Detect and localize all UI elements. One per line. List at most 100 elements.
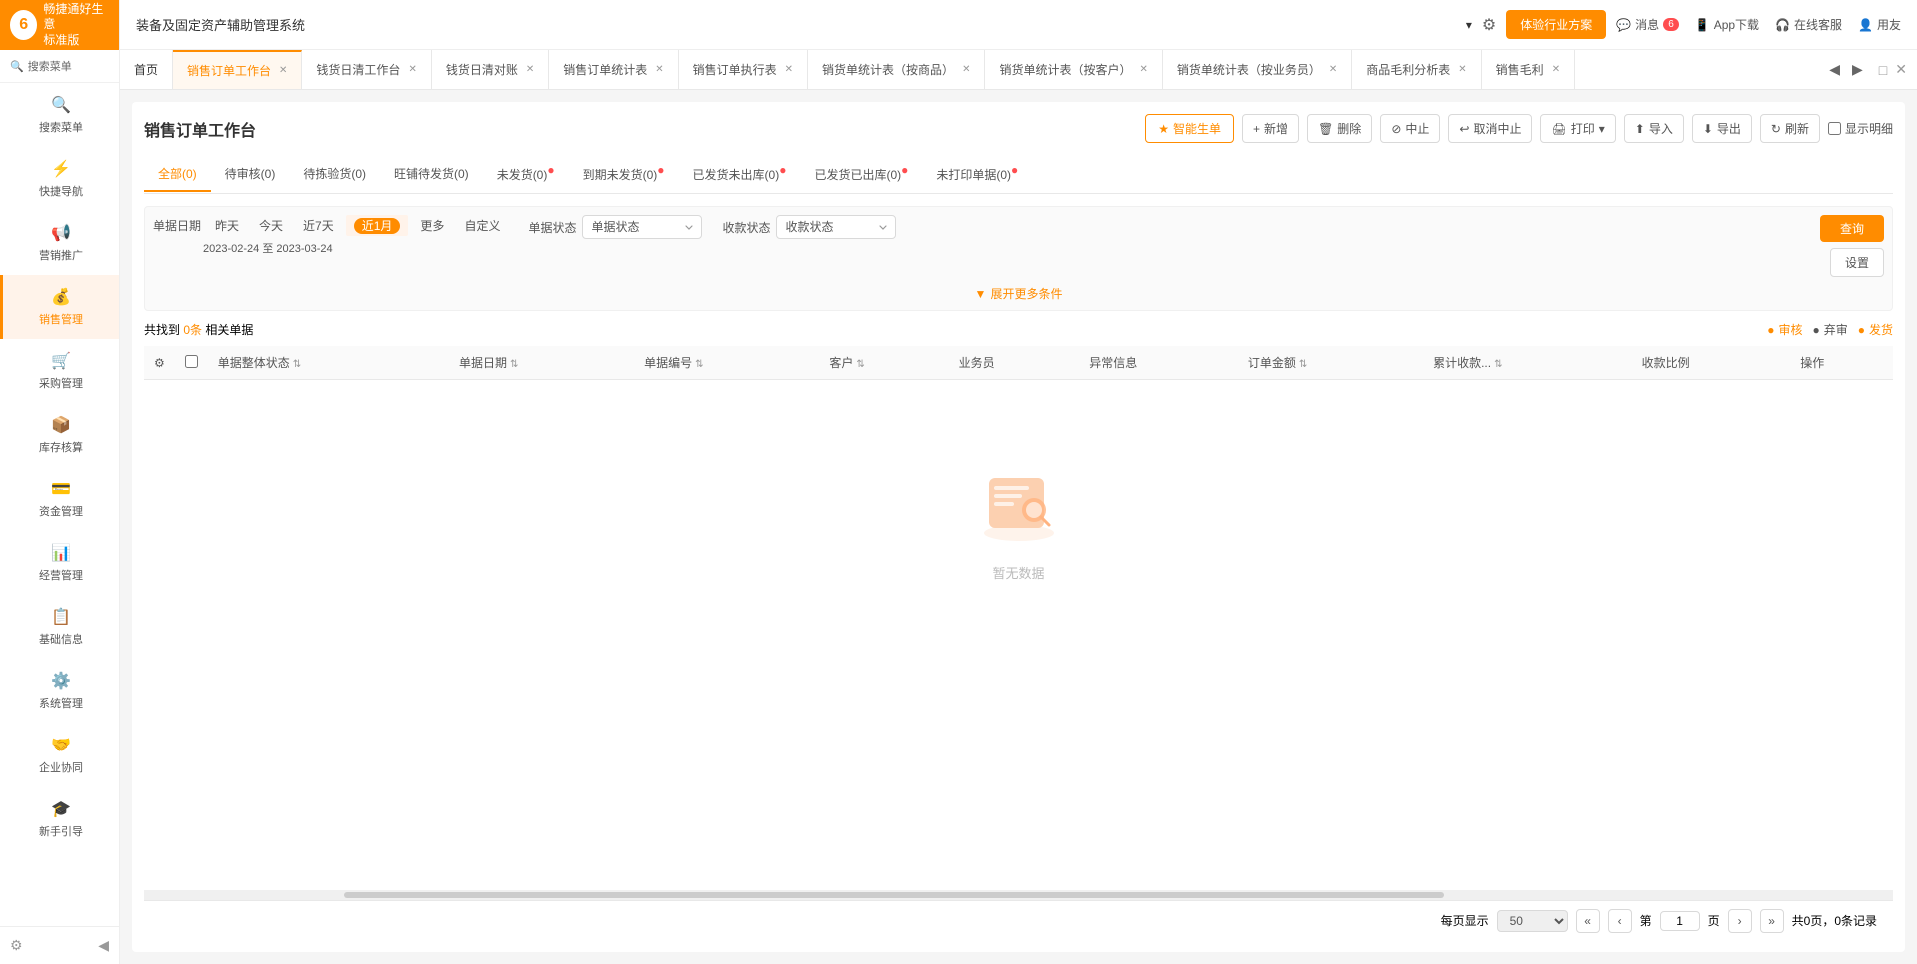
filter-tab-shipped-out[interactable]: 已发货已出库(0)● (800, 155, 922, 193)
experience-button[interactable]: 体验行业方案 (1506, 10, 1606, 39)
tab-sales-exec[interactable]: 销售订单执行表✕ (679, 50, 808, 90)
tab-sales-single-staff[interactable]: 销货单统计表（按业务员）✕ (1163, 50, 1352, 90)
import-button[interactable]: ⬆ 导入 (1624, 114, 1684, 143)
system-dropdown[interactable]: ▾ (1466, 18, 1472, 32)
review-action[interactable]: ● 审核 (1767, 321, 1802, 338)
sidebar-item-purchase[interactable]: 🛒 采购管理 (0, 339, 119, 403)
sidebar-item-inventory[interactable]: 📦 库存核算 (0, 403, 119, 467)
tab-sales-stat[interactable]: 销售订单统计表✕ (549, 50, 678, 90)
sidebar-item-quick[interactable]: ⚡ 快捷导航 (0, 147, 119, 211)
date-tag-更多[interactable]: 更多 (412, 215, 452, 236)
select-all-checkbox[interactable] (185, 355, 198, 368)
add-button[interactable]: + 新增 (1242, 114, 1299, 143)
last-page-button[interactable]: » (1760, 909, 1784, 933)
tab-close-sales-workbench[interactable]: ✕ (279, 65, 287, 76)
tab-next-btn[interactable]: ▶ (1846, 61, 1869, 78)
tab-close-margin-analysis[interactable]: ✕ (1458, 64, 1466, 75)
expand-button[interactable]: ▼ 展开更多条件 (975, 285, 1063, 302)
page-size-select[interactable]: 102050100 (1497, 910, 1568, 932)
sort-icon-date[interactable]: ⇅ (510, 359, 518, 370)
tab-margin-analysis[interactable]: 商品毛利分析表✕ (1352, 50, 1481, 90)
tab-cash-reconcile[interactable]: 钱货日清对账✕ (432, 50, 549, 90)
filter-tab-not-shipped[interactable]: 未发货(0)● (483, 155, 569, 193)
filter-tab-all[interactable]: 全部(0) (144, 157, 211, 192)
page-number-input[interactable] (1660, 911, 1700, 931)
tab-sales-single-customer[interactable]: 销货单统计表（按客户）✕ (985, 50, 1162, 90)
sidebar-item-search[interactable]: 🔍 搜索菜单 (0, 83, 119, 147)
message-icon: 💬 (1616, 18, 1631, 32)
sidebar-item-operation[interactable]: 📊 经营管理 (0, 531, 119, 595)
tab-close-sales-profit[interactable]: ✕ (1552, 64, 1560, 75)
setting-button[interactable]: 设置 (1830, 248, 1884, 277)
status-select[interactable]: 单据状态 (582, 215, 702, 239)
detail-checkbox-input[interactable] (1828, 122, 1841, 135)
operation-nav-icon: 📊 (51, 543, 71, 563)
tab-close-sales-single-product[interactable]: ✕ (962, 64, 970, 75)
smart-generate-button[interactable]: ★ 智能生单 (1145, 114, 1234, 143)
gear-icon[interactable]: ⚙ (1482, 15, 1496, 35)
tab-close-sales-stat[interactable]: ✕ (655, 64, 663, 75)
sidebar-item-marketing[interactable]: 📢 营销推广 (0, 211, 119, 275)
tab-sales-profit[interactable]: 销售毛利✕ (1482, 50, 1575, 90)
filter-tab-pending-inspect[interactable]: 待拣验货(0) (289, 157, 380, 192)
tab-close-sales-exec[interactable]: ✕ (785, 64, 793, 75)
export-button[interactable]: ⬇ 导出 (1692, 114, 1752, 143)
filter-tab-label-shipped-out: 已发货已出库(0)● (814, 168, 908, 182)
cancel-review-action[interactable]: ● 弃审 (1812, 321, 1847, 338)
date-tag-近1月[interactable]: 近1月 (346, 215, 409, 236)
filter-tab-shipped-not-out[interactable]: 已发货未出库(0)● (679, 155, 801, 193)
refresh-button[interactable]: ↻ 刷新 (1760, 114, 1820, 143)
filter-tab-pending-review[interactable]: 待审核(0) (211, 157, 290, 192)
collapse-icon[interactable]: ◀ (98, 937, 109, 954)
user-action[interactable]: 👤 用友 (1858, 16, 1901, 33)
date-tag-今天[interactable]: 今天 (251, 215, 291, 236)
online-service-action[interactable]: 🎧 在线客服 (1775, 16, 1842, 33)
sidebar-item-enterprise[interactable]: 🤝 企业协同 (0, 723, 119, 787)
sidebar-item-basic[interactable]: 📋 基础信息 (0, 595, 119, 659)
ship-action[interactable]: ● 发货 (1858, 321, 1893, 338)
sidebar-item-sales[interactable]: 💰 销售管理 (0, 275, 119, 339)
filter-tab-not-printed[interactable]: 未打印单据(0)● (922, 155, 1032, 193)
sort-icon-cumulative[interactable]: ⇅ (1494, 359, 1502, 370)
column-settings-icon[interactable]: ⚙ (154, 356, 165, 370)
sort-icon-number[interactable]: ⇅ (695, 359, 703, 370)
tab-cash-daily[interactable]: 钱货日清工作台✕ (302, 50, 431, 90)
date-tag-近7天[interactable]: 近7天 (295, 215, 342, 236)
print-button[interactable]: 🖨 打印 ▾ (1540, 114, 1615, 143)
tab-restore-icon[interactable]: □ (1879, 62, 1887, 78)
sidebar-item-system[interactable]: ⚙️ 系统管理 (0, 659, 119, 723)
delete-button[interactable]: 🗑 删除 (1307, 114, 1372, 143)
message-action[interactable]: 💬 消息 6 (1616, 16, 1679, 33)
sort-icon-status[interactable]: ⇅ (293, 359, 301, 370)
cancel-stop-button[interactable]: ↩ 取消中止 (1448, 114, 1532, 143)
horizontal-scrollbar[interactable] (144, 890, 1893, 900)
scroll-thumb[interactable] (344, 892, 1444, 898)
stop-button[interactable]: ⊘ 中止 (1380, 114, 1440, 143)
settings-icon[interactable]: ⚙ (10, 937, 23, 954)
sidebar-item-finance[interactable]: 💳 资金管理 (0, 467, 119, 531)
tab-close-icon[interactable]: ✕ (1895, 61, 1907, 78)
sort-icon-amount[interactable]: ⇅ (1299, 359, 1307, 370)
tab-sales-workbench[interactable]: 销售订单工作台✕ (173, 50, 302, 90)
date-tag-昨天[interactable]: 昨天 (207, 215, 247, 236)
tab-home[interactable]: 首页 (120, 50, 173, 90)
tab-prev-btn[interactable]: ◀ (1823, 61, 1846, 78)
tab-sales-single-product[interactable]: 销货单统计表（按商品）✕ (808, 50, 985, 90)
date-tag-自定义[interactable]: 自定义 (456, 215, 508, 236)
tab-close-sales-single-customer[interactable]: ✕ (1139, 64, 1147, 75)
tab-close-sales-single-staff[interactable]: ✕ (1329, 64, 1337, 75)
query-button[interactable]: 查询 (1820, 215, 1884, 242)
next-page-button[interactable]: › (1728, 909, 1752, 933)
filter-tab-expired-not-shipped[interactable]: 到期未发货(0)● (569, 155, 679, 193)
sidebar-item-guide[interactable]: 🎓 新手引导 (0, 787, 119, 851)
prev-page-button[interactable]: ‹ (1608, 909, 1632, 933)
show-detail-checkbox[interactable]: 显示明细 (1828, 120, 1893, 137)
first-page-button[interactable]: « (1576, 909, 1600, 933)
pay-status-select[interactable]: 收款状态 (776, 215, 896, 239)
app-download-action[interactable]: 📱 App下载 (1695, 16, 1759, 33)
tab-close-cash-daily[interactable]: ✕ (408, 64, 416, 75)
sidebar-search[interactable]: 🔍 搜索菜单 (0, 50, 119, 83)
sort-icon-customer[interactable]: ⇅ (856, 359, 864, 370)
filter-tab-wangpu-pending[interactable]: 旺铺待发货(0) (380, 157, 483, 192)
tab-close-cash-reconcile[interactable]: ✕ (526, 64, 534, 75)
